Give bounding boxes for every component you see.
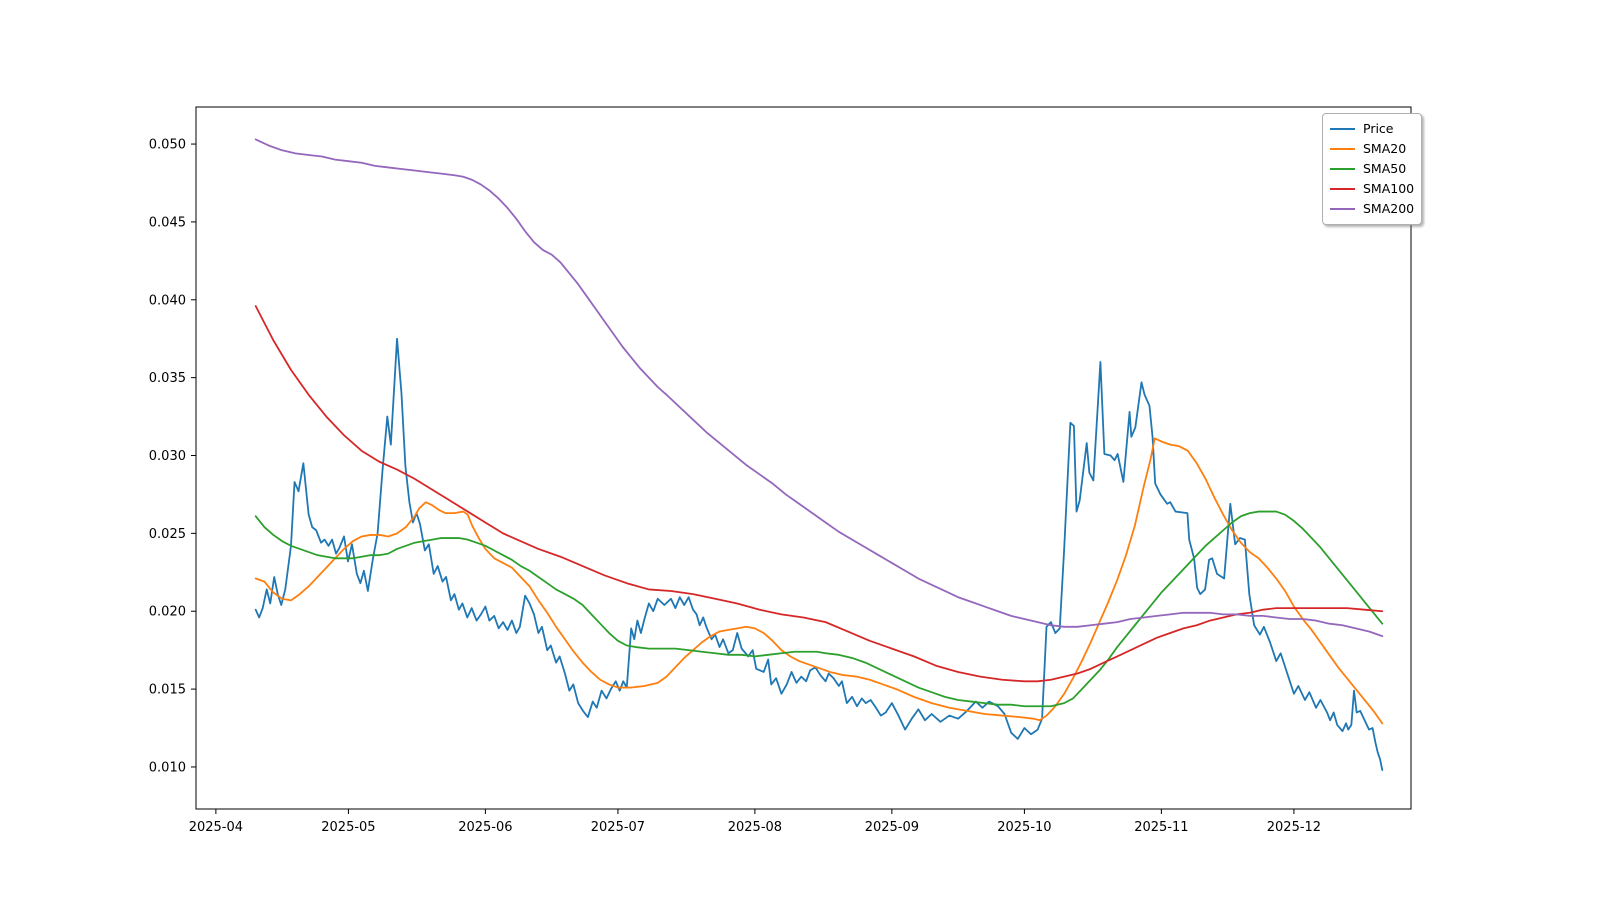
y-tick-label-0.010: 0.010: [149, 760, 186, 775]
sma200-line-swatch: [1330, 208, 1355, 210]
y-tick-label-0.040: 0.040: [149, 293, 186, 308]
sma100-line-swatch: [1330, 188, 1355, 190]
legend-entry-sma50: SMA50: [1330, 159, 1414, 179]
legend-label-sma50: SMA50: [1363, 161, 1407, 176]
y-tick-label-0.020: 0.020: [149, 605, 186, 620]
x-tick-label-2025-10: 2025-10: [997, 820, 1051, 835]
x-tick-label-2025-09: 2025-09: [865, 820, 919, 835]
x-tick-label-2025-08: 2025-08: [728, 820, 782, 835]
price-line-swatch: [1330, 128, 1355, 130]
legend-entry-sma100: SMA100: [1330, 179, 1414, 199]
y-tick-label-0.030: 0.030: [149, 449, 186, 464]
x-tick-label-2025-07: 2025-07: [591, 820, 645, 835]
sma50-line-swatch: [1330, 168, 1355, 170]
legend-label-sma200: SMA200: [1363, 201, 1415, 216]
legend-label-sma20: SMA20: [1363, 141, 1407, 156]
y-tick-label-0.025: 0.025: [149, 527, 186, 542]
sma20-line-swatch: [1330, 148, 1355, 150]
legend: Price SMA20 SMA50 SMA100 SMA200: [1322, 113, 1423, 225]
x-tick-label-2025-05: 2025-05: [321, 820, 375, 835]
x-tick-label-2025-12: 2025-12: [1267, 820, 1321, 835]
y-tick-label-0.015: 0.015: [149, 683, 186, 698]
figure-canvas: 2025-04 2025-05 2025-06 2025-07 2025-08 2025-…: [0, 0, 1600, 900]
legend-entry-price: Price: [1330, 119, 1414, 139]
legend-label-price: Price: [1363, 121, 1394, 136]
y-tick-label-0.035: 0.035: [149, 371, 186, 386]
legend-entry-sma200: SMA200: [1330, 199, 1414, 219]
legend-entry-sma20: SMA20: [1330, 139, 1414, 159]
x-tick-label-2025-11: 2025-11: [1134, 820, 1188, 835]
legend-label-sma100: SMA100: [1363, 181, 1415, 196]
y-tick-label-0.045: 0.045: [149, 215, 186, 230]
y-tick-label-0.050: 0.050: [149, 138, 186, 153]
x-tick-label-2025-06: 2025-06: [458, 820, 512, 835]
x-tick-label-2025-04: 2025-04: [189, 820, 243, 835]
plot-area: [196, 107, 1411, 809]
